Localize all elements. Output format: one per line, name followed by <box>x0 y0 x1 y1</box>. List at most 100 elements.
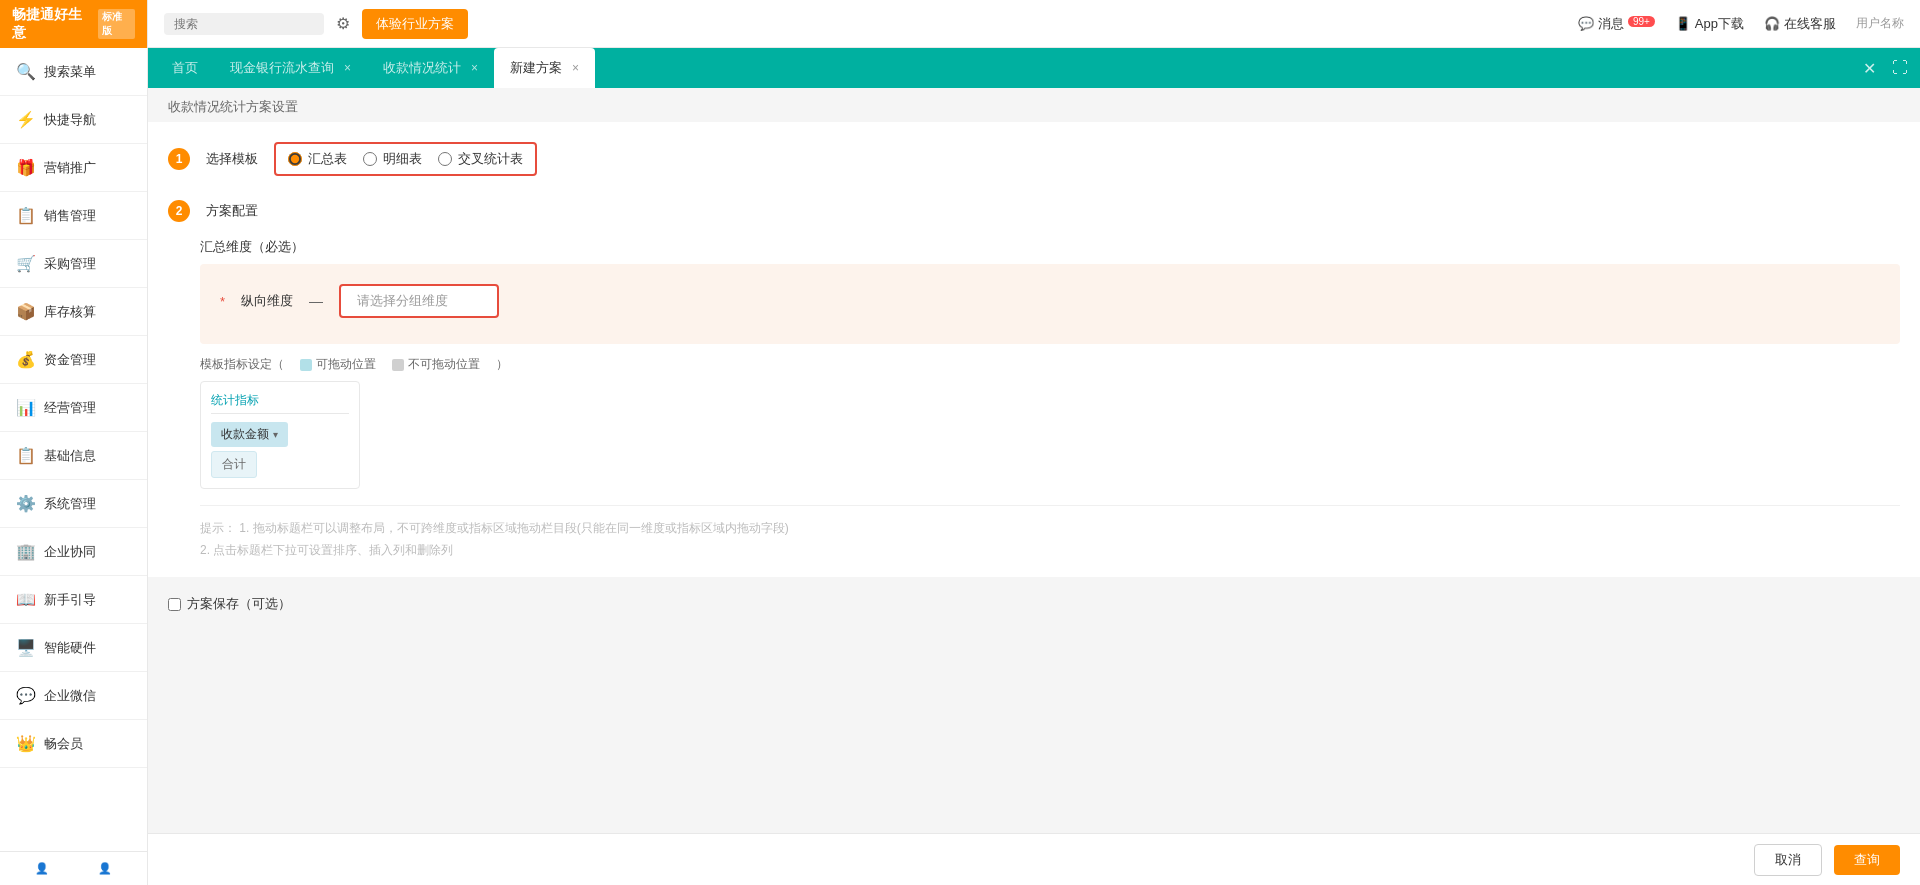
nondraggable-label: 不可拖动位置 <box>408 356 480 373</box>
sidebar-item-enterprise[interactable]: 🏢 企业协同 <box>0 528 147 576</box>
radio-detail-input[interactable] <box>363 152 377 166</box>
sidebar-item-label: 营销推广 <box>44 159 96 177</box>
online-service-button[interactable]: 🎧 在线客服 <box>1764 15 1836 33</box>
sidebar-item-search-menu[interactable]: 🔍 搜索菜单 <box>0 48 147 96</box>
close-all-tabs-icon[interactable]: ✕ <box>1859 55 1880 82</box>
sidebar-item-member[interactable]: 👑 畅会员 <box>0 720 147 768</box>
industry-solution-button[interactable]: 体验行业方案 <box>362 9 468 39</box>
required-mark: * <box>220 294 225 309</box>
sidebar-user-avatar2[interactable]: 👤 <box>98 862 112 875</box>
sidebar-item-finance[interactable]: 💰 资金管理 <box>0 336 147 384</box>
metrics-legend-draggable: 可拖动位置 <box>300 356 376 373</box>
sidebar-item-label: 采购管理 <box>44 255 96 273</box>
metrics-tag-receipt-amount[interactable]: 收款金额 ▾ <box>211 422 288 447</box>
guide-icon: 📖 <box>16 590 36 610</box>
step1-row: 1 选择模板 汇总表 明细表 交叉统计表 <box>168 138 1900 180</box>
step1-label: 选择模板 <box>206 150 258 168</box>
user-name-button[interactable]: 用户名称 <box>1856 15 1904 32</box>
radio-detail-label: 明细表 <box>383 150 422 168</box>
form-section: 1 选择模板 汇总表 明细表 交叉统计表 <box>148 122 1920 577</box>
metrics-header: 模板指标设定（ 可拖动位置 不可拖动位置 <box>200 356 1900 373</box>
sidebar-item-label: 资金管理 <box>44 351 96 369</box>
save-plan-row: 方案保存（可选） <box>168 595 291 613</box>
step2-label: 方案配置 <box>206 202 258 220</box>
sidebar-item-label: 企业协同 <box>44 543 96 561</box>
template-selection-box: 汇总表 明细表 交叉统计表 <box>274 142 537 176</box>
tips-section: 提示： 1. 拖动标题栏可以调整布局，不可跨维度或指标区域拖动栏目段(只能在同一… <box>200 505 1900 561</box>
dimension-selector-dropdown[interactable]: 请选择分组维度 <box>339 284 499 318</box>
draggable-dot <box>300 359 312 371</box>
basic-info-icon: 📋 <box>16 446 36 466</box>
sidebar-item-label: 搜索菜单 <box>44 63 96 81</box>
sidebar-item-system[interactable]: ⚙️ 系统管理 <box>0 480 147 528</box>
sidebar-item-quick-nav[interactable]: ⚡ 快捷导航 <box>0 96 147 144</box>
tab-receipt-stats-close[interactable]: × <box>471 61 478 75</box>
dimension-box: * 纵向维度 — 请选择分组维度 <box>200 264 1900 344</box>
marketing-icon: 🎁 <box>16 158 36 178</box>
gear-icon[interactable]: ⚙ <box>336 14 350 33</box>
metrics-section: 模板指标设定（ 可拖动位置 不可拖动位置 <box>200 356 1900 489</box>
dimension-row: * 纵向维度 — 请选择分组维度 <box>220 284 1880 318</box>
finance-icon: 💰 <box>16 350 36 370</box>
radio-cross[interactable]: 交叉统计表 <box>438 150 523 168</box>
sidebar-item-wechat[interactable]: 💬 企业微信 <box>0 672 147 720</box>
tab-new-plan[interactable]: 新建方案 × <box>494 48 595 88</box>
sidebar-item-sales[interactable]: 📋 销售管理 <box>0 192 147 240</box>
metrics-tags: 收款金额 ▾ <box>211 422 349 447</box>
metrics-category-label: 统计指标 <box>211 392 349 414</box>
sidebar-item-purchase[interactable]: 🛒 采购管理 <box>0 240 147 288</box>
sidebar-item-label: 企业微信 <box>44 687 96 705</box>
sidebar-item-label: 经营管理 <box>44 399 96 417</box>
radio-summary-input[interactable] <box>288 152 302 166</box>
message-badge: 99+ <box>1628 16 1655 27</box>
tab-home[interactable]: 首页 <box>156 48 214 88</box>
maximize-icon[interactable]: ⛶ <box>1888 55 1912 81</box>
tab-home-label: 首页 <box>172 59 198 77</box>
step2-badge: 2 <box>168 200 190 222</box>
app-download-button[interactable]: 📱 App下载 <box>1675 15 1744 33</box>
sidebar-item-basic-info[interactable]: 📋 基础信息 <box>0 432 147 480</box>
sidebar-item-label: 销售管理 <box>44 207 96 225</box>
tab-receipt-stats-label: 收款情况统计 <box>383 59 461 77</box>
radio-detail[interactable]: 明细表 <box>363 150 422 168</box>
sidebar-item-operations[interactable]: 📊 经营管理 <box>0 384 147 432</box>
page-footer: 方案保存（可选） <box>148 585 1920 623</box>
metrics-legend-nondraggable: 不可拖动位置 <box>392 356 480 373</box>
dimension-section: 汇总维度（必选） * 纵向维度 — 请选择分组维度 <box>200 238 1900 344</box>
radio-cross-input[interactable] <box>438 152 452 166</box>
tab-receipt-stats[interactable]: 收款情况统计 × <box>367 48 494 88</box>
download-icon: 📱 <box>1675 16 1691 31</box>
search-input[interactable] <box>164 13 324 35</box>
metrics-table: 统计指标 收款金额 ▾ 合计 <box>200 381 360 489</box>
sidebar-item-guide[interactable]: 📖 新手引导 <box>0 576 147 624</box>
sidebar: 畅捷通好生意 标准版 🔍 搜索菜单 ⚡ 快捷导航 🎁 营销推广 📋 销售管理 🛒… <box>0 0 148 885</box>
sidebar-item-inventory[interactable]: 📦 库存核算 <box>0 288 147 336</box>
sidebar-item-label: 基础信息 <box>44 447 96 465</box>
step2-row: 2 方案配置 <box>168 196 1900 226</box>
tab-bank-flow-close[interactable]: × <box>344 61 351 75</box>
save-plan-checkbox[interactable] <box>168 598 181 611</box>
tab-new-plan-close[interactable]: × <box>572 61 579 75</box>
message-button[interactable]: 💬 消息 99+ <box>1578 15 1655 33</box>
metrics-tag-subtotal: 合计 <box>211 451 257 478</box>
template-radio-group: 汇总表 明细表 交叉统计表 <box>288 150 523 168</box>
tab-bank-flow-label: 现金银行流水查询 <box>230 59 334 77</box>
dimension-selector-placeholder: 请选择分组维度 <box>357 293 448 308</box>
enterprise-icon: 🏢 <box>16 542 36 562</box>
sidebar-item-label: 畅会员 <box>44 735 83 753</box>
tip-text-1: 提示： 1. 拖动标题栏可以调整布局，不可跨维度或指标区域拖动栏目段(只能在同一… <box>200 518 1900 540</box>
quick-nav-icon: ⚡ <box>16 110 36 130</box>
tab-bank-flow[interactable]: 现金银行流水查询 × <box>214 48 367 88</box>
sidebar-item-label: 库存核算 <box>44 303 96 321</box>
sidebar-item-marketing[interactable]: 🎁 营销推广 <box>0 144 147 192</box>
user-name-label: 用户名称 <box>1856 15 1904 32</box>
purchase-icon: 🛒 <box>16 254 36 274</box>
query-button[interactable]: 查询 <box>1834 845 1900 875</box>
sidebar-user-avatar1[interactable]: 👤 <box>35 862 49 875</box>
cancel-button[interactable]: 取消 <box>1754 844 1822 876</box>
logo-text: 畅捷通好生意 <box>12 6 94 42</box>
breadcrumb: 收款情况统计方案设置 <box>168 99 298 114</box>
sidebar-item-smart-hw[interactable]: 🖥️ 智能硬件 <box>0 624 147 672</box>
metrics-tags-subtotal: 合计 <box>211 451 349 478</box>
radio-summary[interactable]: 汇总表 <box>288 150 347 168</box>
